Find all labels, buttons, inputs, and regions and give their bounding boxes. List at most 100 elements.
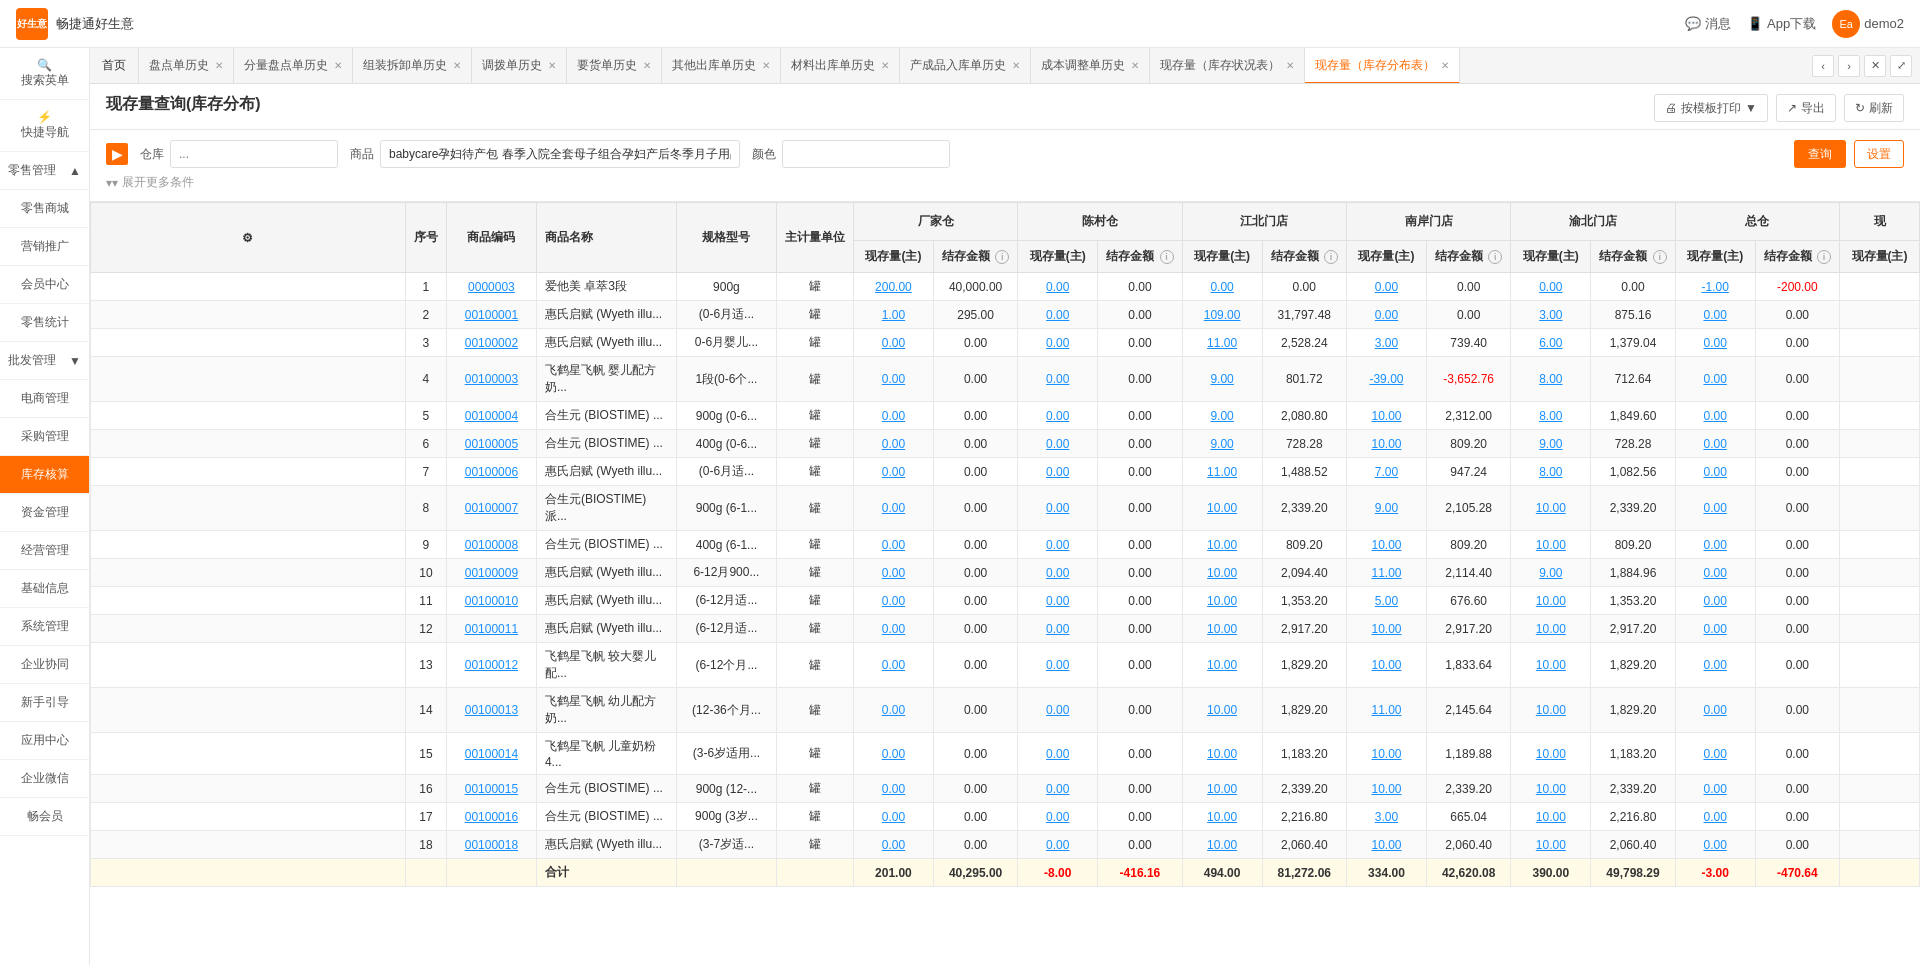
cell-jiangbei-qty: 10.00 bbox=[1182, 615, 1262, 643]
tab-prev-btn[interactable]: ‹ bbox=[1812, 55, 1834, 77]
sum-yubei-qty: 390.00 bbox=[1511, 859, 1591, 887]
cell-total-qty: 0.00 bbox=[1675, 486, 1755, 531]
nanan-amt-info[interactable]: i bbox=[1488, 250, 1502, 264]
refresh-btn[interactable]: ↻ 刷新 bbox=[1844, 94, 1904, 122]
tab-combo[interactable]: 组装拆卸单历史 ✕ bbox=[353, 48, 472, 84]
tab-close-stock-status[interactable]: ✕ bbox=[1286, 60, 1294, 71]
sidebar-item-wholesale[interactable]: 批发管理 ▼ bbox=[0, 342, 89, 380]
cell-jiangbei-qty: 10.00 bbox=[1182, 486, 1262, 531]
cell-settings[interactable] bbox=[91, 587, 406, 615]
sidebar-item-retail-mall[interactable]: 零售商城 bbox=[0, 190, 89, 228]
tab-close-transfer[interactable]: ✕ bbox=[548, 60, 556, 71]
settings-btn[interactable]: 设置 bbox=[1854, 140, 1904, 168]
cell-settings[interactable] bbox=[91, 803, 406, 831]
tab-close-branch-count[interactable]: ✕ bbox=[334, 60, 342, 71]
yubei-amt-info[interactable]: i bbox=[1653, 250, 1667, 264]
tab-branch-count[interactable]: 分量盘点单历史 ✕ bbox=[234, 48, 353, 84]
sidebar-item-appcenter[interactable]: 应用中心 bbox=[0, 722, 89, 760]
cell-jiangbei-qty: 0.00 bbox=[1182, 273, 1262, 301]
tab-close-other-out[interactable]: ✕ bbox=[762, 60, 770, 71]
cell-settings[interactable] bbox=[91, 430, 406, 458]
sidebar-item-wechat[interactable]: 企业微信 bbox=[0, 760, 89, 798]
cell-settings[interactable] bbox=[91, 486, 406, 531]
sidebar-item-retail-mgmt[interactable]: 零售管理 ▲ bbox=[0, 152, 89, 190]
factory-amt-info[interactable]: i bbox=[995, 250, 1009, 264]
cell-settings[interactable] bbox=[91, 688, 406, 733]
cell-settings[interactable] bbox=[91, 615, 406, 643]
sidebar-item-member2[interactable]: 畅会员 bbox=[0, 798, 89, 836]
cell-settings[interactable] bbox=[91, 402, 406, 430]
tab-stock-count[interactable]: 盘点单历史 ✕ bbox=[139, 48, 234, 84]
sidebar-item-inventory[interactable]: 库存核算 bbox=[0, 456, 89, 494]
total-amt-info[interactable]: i bbox=[1817, 250, 1831, 264]
sidebar-item-enterprise[interactable]: 企业协同 bbox=[0, 646, 89, 684]
refresh-icon: ↻ bbox=[1855, 101, 1865, 115]
tab-close-cost-adj[interactable]: ✕ bbox=[1131, 60, 1139, 71]
tab-material-out[interactable]: 材料出库单历史 ✕ bbox=[781, 48, 900, 84]
sidebar-item-retail-stats[interactable]: 零售统计 bbox=[0, 304, 89, 342]
product-input[interactable] bbox=[380, 140, 740, 168]
tab-transfer[interactable]: 调拨单历史 ✕ bbox=[472, 48, 567, 84]
cell-settings[interactable] bbox=[91, 301, 406, 329]
cell-settings[interactable] bbox=[91, 329, 406, 357]
tab-close-request[interactable]: ✕ bbox=[643, 60, 651, 71]
tab-close-stock-count[interactable]: ✕ bbox=[215, 60, 223, 71]
expand-conditions-btn[interactable]: ▾▾ 展开更多条件 bbox=[106, 174, 1904, 191]
warehouse-input[interactable] bbox=[170, 140, 338, 168]
app-download-btn[interactable]: 📱 App下载 bbox=[1747, 15, 1816, 33]
jiangbei-amt-info[interactable]: i bbox=[1324, 250, 1338, 264]
sidebar-item-quicknav[interactable]: ⚡ 快捷导航 bbox=[0, 100, 89, 152]
sidebar-item-search[interactable]: 🔍 搜索英单 bbox=[0, 48, 89, 100]
cell-nanan-amt: -3,652.76 bbox=[1426, 357, 1510, 402]
cell-settings[interactable] bbox=[91, 831, 406, 859]
message-btn[interactable]: 💬 消息 bbox=[1685, 15, 1731, 33]
collapse-btn[interactable]: ▶ bbox=[106, 143, 128, 165]
cell-settings[interactable] bbox=[91, 531, 406, 559]
cell-settings[interactable] bbox=[91, 559, 406, 587]
tab-other-out[interactable]: 其他出库单历史 ✕ bbox=[662, 48, 781, 84]
chencun-amt-info[interactable]: i bbox=[1160, 250, 1174, 264]
cell-settings[interactable] bbox=[91, 273, 406, 301]
cell-settings[interactable] bbox=[91, 357, 406, 402]
summary-label: 合计 bbox=[536, 859, 676, 887]
tab-close-material-out[interactable]: ✕ bbox=[881, 60, 889, 71]
tab-cost-adj[interactable]: 成本调整单历史 ✕ bbox=[1031, 48, 1150, 84]
sidebar-item-system[interactable]: 系统管理 bbox=[0, 608, 89, 646]
tab-finished-in[interactable]: 产成品入库单历史 ✕ bbox=[900, 48, 1031, 84]
sidebar-item-member[interactable]: 会员中心 bbox=[0, 266, 89, 304]
sidebar-item-purchase[interactable]: 采购管理 bbox=[0, 418, 89, 456]
tab-home[interactable]: 首页 bbox=[90, 48, 139, 84]
cell-settings[interactable] bbox=[91, 733, 406, 775]
tab-expand-btn[interactable]: ⤢ bbox=[1890, 55, 1912, 77]
sidebar-item-ecommerce[interactable]: 电商管理 bbox=[0, 380, 89, 418]
cell-jiangbei-amt: 31,797.48 bbox=[1262, 301, 1346, 329]
sidebar-item-marketing[interactable]: 营销推广 bbox=[0, 228, 89, 266]
export-btn[interactable]: ↗ 导出 bbox=[1776, 94, 1836, 122]
tab-next-btn[interactable]: › bbox=[1838, 55, 1860, 77]
th-settings[interactable]: ⚙ bbox=[91, 203, 406, 273]
color-input[interactable] bbox=[782, 140, 950, 168]
cell-settings[interactable] bbox=[91, 643, 406, 688]
tab-close-all-btn[interactable]: ✕ bbox=[1864, 55, 1886, 77]
tab-close-finished-in[interactable]: ✕ bbox=[1012, 60, 1020, 71]
cell-settings[interactable] bbox=[91, 458, 406, 486]
page-title: 现存量查询(库存分布) bbox=[106, 94, 1904, 115]
cell-extra-qty bbox=[1840, 402, 1920, 430]
cell-jiangbei-qty: 10.00 bbox=[1182, 559, 1262, 587]
tab-stock-status[interactable]: 现存量（库存状况表） ✕ bbox=[1150, 48, 1305, 84]
sidebar-item-finance[interactable]: 资金管理 bbox=[0, 494, 89, 532]
cell-settings[interactable] bbox=[91, 775, 406, 803]
query-btn[interactable]: 查询 bbox=[1794, 140, 1846, 168]
sidebar-item-guide[interactable]: 新手引导 bbox=[0, 684, 89, 722]
table-row: 9 00100008 合生元 (BIOSTIME) ... 400g (6-1.… bbox=[91, 531, 1920, 559]
sidebar-item-operations[interactable]: 经营管理 bbox=[0, 532, 89, 570]
print-btn[interactable]: 🖨 按模板打印 ▼ bbox=[1654, 94, 1768, 122]
tab-stock-dist[interactable]: 现存量（库存分布表） ✕ bbox=[1305, 48, 1460, 84]
cell-nanan-amt: 739.40 bbox=[1426, 329, 1510, 357]
user-area[interactable]: Ea demo2 bbox=[1832, 10, 1904, 38]
tab-request[interactable]: 要货单历史 ✕ bbox=[567, 48, 662, 84]
tab-close-combo[interactable]: ✕ bbox=[453, 60, 461, 71]
cell-name: 合生元 (BIOSTIME) ... bbox=[536, 531, 676, 559]
sidebar-item-basics[interactable]: 基础信息 bbox=[0, 570, 89, 608]
tab-close-stock-dist[interactable]: ✕ bbox=[1441, 60, 1449, 71]
